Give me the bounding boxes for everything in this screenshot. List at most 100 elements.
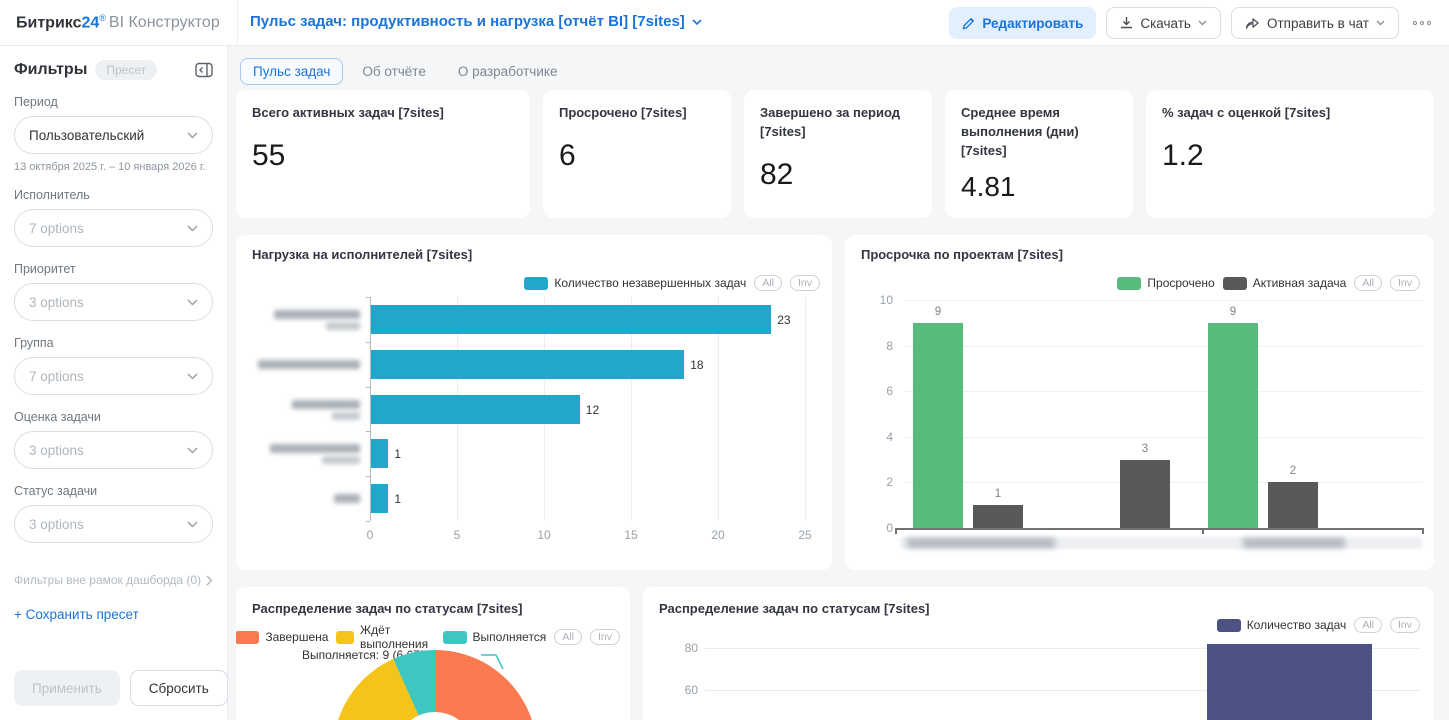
y-axis-tick-label: 80 [684, 641, 698, 655]
bar-value-label: 1 [394, 447, 402, 462]
task-status-select-value: 3 options [29, 516, 84, 532]
blurred-category-label [258, 359, 360, 369]
period-select[interactable]: Пользовательский [14, 116, 213, 154]
legend-all-button[interactable]: All [554, 629, 582, 645]
kpi-label: Всего активных задач [7sites] [252, 105, 444, 120]
bar-value-label: 9 [934, 305, 942, 318]
logo-brand: Битрикс [16, 14, 82, 32]
bar [973, 505, 1023, 528]
collapse-panel-icon [195, 62, 213, 78]
bar [371, 305, 772, 334]
kpi-card-completed: Завершено за период [7sites] 82 [744, 90, 932, 218]
legend-label: Активная задача [1252, 276, 1347, 290]
task-rating-select-value: 3 options [29, 442, 84, 458]
bar-value-label: 23 [777, 313, 791, 327]
blurred-category-label [274, 310, 360, 319]
collapse-panel-button[interactable] [195, 62, 213, 78]
dashboard-title: Пульс задач: продуктивность и нагрузка [… [250, 13, 685, 30]
reset-button[interactable]: Сбросить [129, 670, 228, 706]
x-axis-tick-label: 10 [537, 528, 551, 542]
tab-task-pulse[interactable]: Пульс задач [240, 58, 344, 85]
axis-tick [366, 297, 370, 298]
grid-line [905, 391, 1422, 393]
send-to-chat-button-label: Отправить в чат [1266, 15, 1369, 31]
chart-title: Распределение задач по статусам [7sites] [252, 601, 523, 616]
filter-label-task-rating: Оценка задачи [14, 410, 101, 424]
tab-about-report[interactable]: Об отчёте [349, 58, 438, 85]
task-status-select[interactable]: 3 options [14, 505, 213, 543]
header-divider [237, 0, 238, 45]
external-filters-link[interactable]: Фильтры вне рамок дашборда (0) [14, 573, 213, 587]
kpi-label: % задач с оценкой [7sites] [1162, 105, 1331, 120]
x-axis-line [895, 528, 1422, 530]
legend-all-button[interactable]: All [754, 275, 782, 291]
legend-item[interactable]: Активная задача [1222, 276, 1347, 290]
legend-swatch [442, 630, 467, 644]
bar [371, 439, 389, 469]
legend-item[interactable]: Ждёт выполнения [336, 623, 434, 651]
blurred-category-label [292, 399, 360, 409]
tab-about-developer[interactable]: О разработчике [445, 58, 571, 85]
x-axis-tick-label: 25 [798, 528, 812, 542]
kpi-card-active-tasks: Всего активных задач [7sites] 55 [236, 90, 530, 218]
chevron-down-icon [187, 224, 198, 232]
axis-tick [366, 521, 370, 522]
bar [913, 322, 963, 528]
edit-button-label: Редактировать [982, 15, 1084, 31]
more-menu-button[interactable] [1409, 15, 1435, 31]
logo-product: BI Конструктор [108, 14, 220, 32]
edit-button[interactable]: Редактировать [949, 7, 1097, 39]
legend-item[interactable]: Количество незавершенных задач [524, 276, 746, 290]
send-to-chat-button[interactable]: Отправить в чат [1230, 7, 1399, 39]
download-button[interactable]: Скачать [1106, 7, 1221, 39]
priority-select[interactable]: 3 options [14, 283, 213, 321]
apply-button[interactable]: Применить [14, 670, 120, 706]
chevron-down-icon [187, 298, 198, 306]
bar-value-label: 18 [690, 357, 704, 372]
chevron-down-icon [692, 18, 702, 25]
legend-inv-button[interactable]: Inv [1389, 617, 1420, 633]
axis-tick [895, 528, 897, 534]
external-filters-label: Фильтры вне рамок дашборда (0) [14, 573, 202, 587]
kpi-value: 4.81 [961, 170, 1016, 202]
group-select[interactable]: 7 options [14, 357, 213, 395]
legend-inv-button[interactable]: Inv [789, 275, 820, 291]
bar [1208, 322, 1258, 528]
dashboard-title-menu[interactable]: Пульс задач: продуктивность и нагрузка [… [250, 13, 702, 30]
axis-tick [366, 431, 370, 433]
report-tabs: Пульс задач Об отчёте О разработчике [240, 58, 570, 85]
preset-badge: Пресет [95, 60, 158, 80]
chevron-down-icon [187, 520, 198, 528]
legend-inv-button[interactable]: Inv [1389, 275, 1420, 291]
logo-brand-accent: 24 [81, 14, 100, 32]
legend-item[interactable]: Просрочено [1117, 276, 1215, 290]
chart-legend: Количество задач All Inv [1216, 617, 1420, 633]
kpi-label: Среднее время выполнения (дни) [7sites] [961, 105, 1079, 158]
legend-all-button[interactable]: All [1354, 617, 1382, 633]
legend-item[interactable]: Выполняется [442, 630, 546, 644]
axis-tick [1422, 528, 1424, 534]
grid-line [905, 300, 1422, 301]
logo-trademark-icon: ® [99, 13, 106, 23]
legend-label: Ждёт выполнения [360, 623, 429, 651]
legend-swatch [1222, 276, 1247, 290]
send-to-chat-icon [1245, 18, 1259, 29]
kpi-card-overdue: Просрочено [7sites] 6 [543, 90, 731, 218]
bar-value-label: 2 [1289, 465, 1297, 478]
legend-inv-button[interactable]: Inv [589, 629, 620, 645]
legend-item[interactable]: Количество задач [1216, 618, 1346, 632]
legend-label: Количество незавершенных задач [554, 276, 747, 290]
kpi-value: 82 [760, 157, 794, 191]
group-select-value: 7 options [29, 368, 84, 384]
bar [371, 394, 580, 424]
legend-item[interactable]: Завершена [236, 630, 328, 644]
download-icon [1121, 17, 1133, 29]
legend-all-button[interactable]: All [1354, 275, 1382, 291]
kpi-card-rated-tasks-pct: % задач с оценкой [7sites] 1.2 [1146, 90, 1434, 218]
legend-swatch [524, 276, 549, 290]
executor-select[interactable]: 7 options [14, 209, 213, 247]
save-preset-link[interactable]: + Сохранить пресет [14, 607, 213, 622]
period-range-note: 13 октября 2025 г. – 10 января 2026 г. [14, 161, 206, 173]
chart-legend: Завершена Ждёт выполнения Выполняется Al… [236, 623, 620, 651]
task-rating-select[interactable]: 3 options [14, 431, 213, 469]
